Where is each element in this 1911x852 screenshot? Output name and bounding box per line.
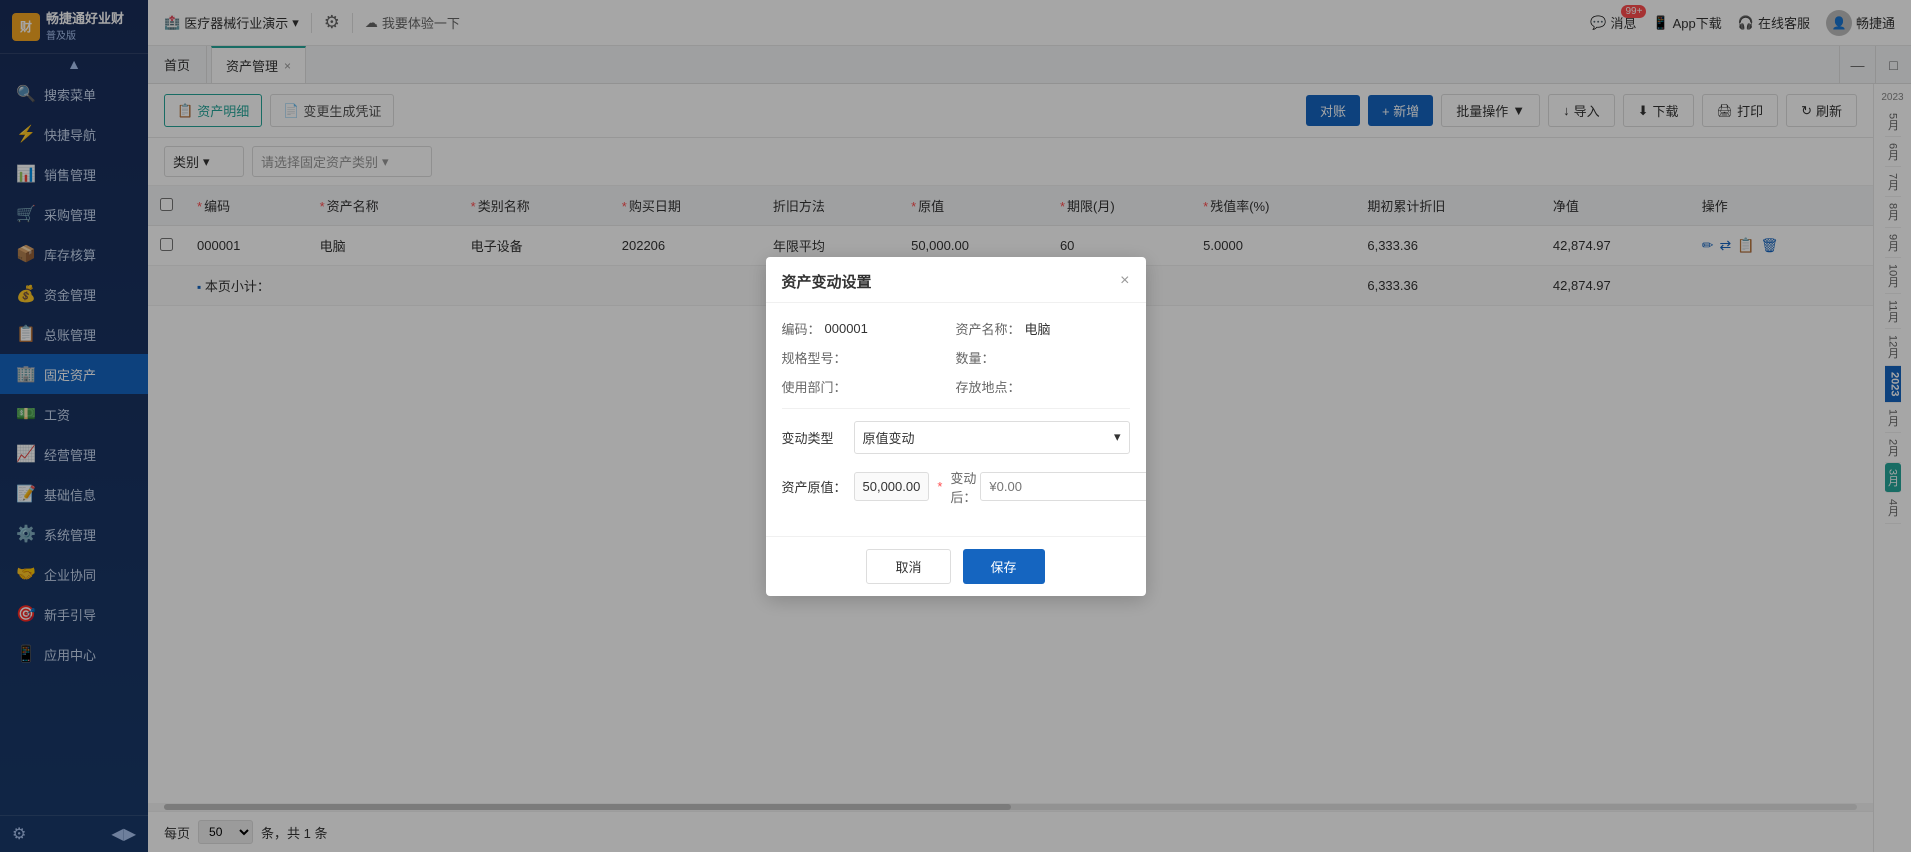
modal-info-row-3: 使用部门： 存放地点：	[782, 377, 1130, 396]
change-type-select[interactable]: 原值变动 ▾	[854, 421, 1130, 454]
code-value: 000001	[825, 321, 868, 336]
modal-close-icon[interactable]: ×	[1120, 272, 1129, 290]
spec-label: 规格型号：	[782, 348, 847, 367]
change-type-row: 变动类型 原值变动 ▾	[782, 421, 1130, 454]
asset-name-value: 电脑	[1025, 319, 1051, 338]
modal-title: 资产变动设置	[782, 271, 872, 292]
asset-change-modal: 资产变动设置 × 编码： 000001 资产名称： 电脑 规格型号：	[766, 257, 1146, 596]
asset-name-label: 资产名称：	[956, 319, 1021, 338]
modal-body: 编码： 000001 资产名称： 电脑 规格型号： 数量：	[766, 303, 1146, 536]
after-label: 变动后：	[950, 468, 976, 506]
qty-label: 数量：	[956, 348, 995, 367]
dept-label: 使用部门：	[782, 377, 847, 396]
modal-footer: 取消 保存	[766, 536, 1146, 596]
original-row: 资产原值： 50,000.00 * 变动后：	[782, 468, 1130, 506]
location-label: 存放地点：	[956, 377, 1021, 396]
change-type-label: 变动类型	[782, 428, 854, 447]
save-button[interactable]: 保存	[963, 549, 1045, 584]
modal-info-row-1: 编码： 000001 资产名称： 电脑	[782, 319, 1130, 338]
modal-info-row-2: 规格型号： 数量：	[782, 348, 1130, 367]
code-label: 编码：	[782, 319, 821, 338]
original-label: 资产原值：	[782, 477, 854, 496]
original-value: 50,000.00	[854, 472, 930, 501]
modal-divider	[782, 408, 1130, 409]
after-input[interactable]	[980, 472, 1145, 501]
modal-overlay[interactable]: 资产变动设置 × 编码： 000001 资产名称： 电脑 规格型号：	[0, 0, 1911, 852]
cancel-button[interactable]: 取消	[866, 549, 950, 584]
required-mark: *	[937, 479, 942, 494]
change-type-value: 原值变动	[863, 428, 915, 447]
change-type-arrow: ▾	[1114, 429, 1121, 445]
modal-header: 资产变动设置 ×	[766, 257, 1146, 303]
